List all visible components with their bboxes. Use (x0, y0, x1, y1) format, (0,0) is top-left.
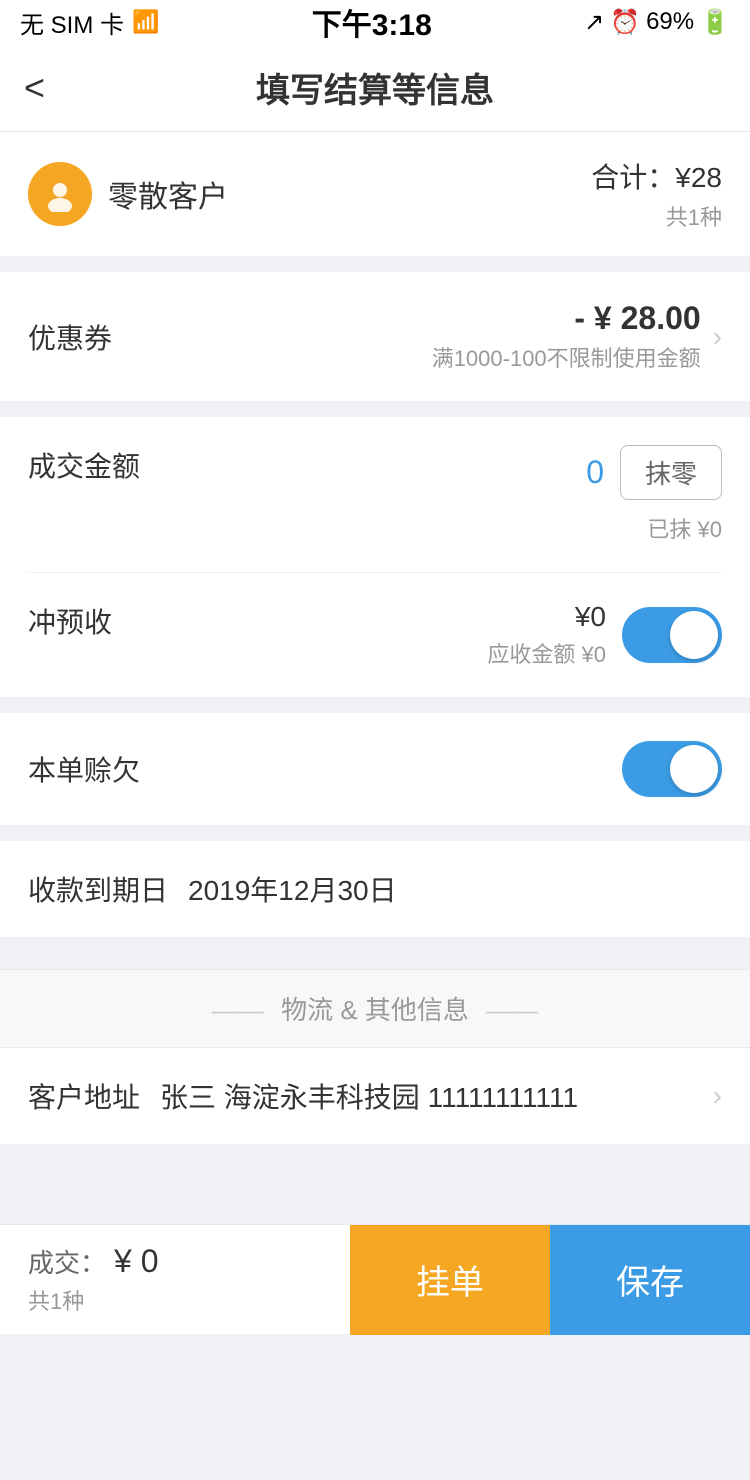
avatar (28, 162, 92, 226)
prepay-values: ¥0 应收金额 ¥0 (487, 601, 606, 669)
prepay-main-value: ¥0 (487, 601, 606, 633)
chevron-right-icon: › (713, 321, 722, 353)
customer-name: 零散客户 (108, 172, 228, 216)
battery-label: 69% (646, 8, 694, 36)
nav-bar: < 填写结算等信息 (0, 44, 750, 132)
back-button[interactable]: < (24, 67, 45, 109)
deal-amount-value[interactable]: 0 (586, 454, 604, 491)
deal-amount-label: 成交金额 (28, 445, 140, 485)
status-right: ↗ ⏰ 69% 🔋 (584, 8, 730, 37)
coupon-row[interactable]: 优惠券 - ¥ 28.00 满1000-100不限制使用金额 › (0, 272, 750, 401)
bottom-deal-row: 成交： ¥ 0 (28, 1243, 322, 1280)
bottom-info: 成交： ¥ 0 共1种 (0, 1243, 350, 1316)
customer-row: 零散客户 合计：¥28 共1种 (0, 132, 750, 256)
deal-amount-right: 0 抹零 已抹 ¥0 (586, 445, 722, 544)
due-date-value: 2019年12月30日 (188, 869, 397, 909)
customer-total: 合计：¥28 (591, 156, 722, 196)
address-row[interactable]: 客户地址 张三 海淀永丰科技园 11111111111 › (0, 1048, 750, 1144)
bottom-count: 共1种 (28, 1284, 322, 1316)
coupon-right: - ¥ 28.00 满1000-100不限制使用金额 › (432, 300, 722, 373)
deal-amount-sub: 已抹 ¥0 (647, 512, 722, 544)
page-title: 填写结算等信息 (256, 63, 494, 112)
customer-right: 合计：¥28 共1种 (591, 156, 722, 232)
debt-section: 本单赊欠 (0, 713, 750, 825)
due-date-row: 收款到期日 2019年12月30日 (0, 841, 750, 937)
hold-order-button[interactable]: 挂单 (350, 1225, 550, 1335)
amount-section: 成交金额 0 抹零 已抹 ¥0 冲预收 ¥0 应收金额 ¥0 (0, 417, 750, 697)
due-date-section: 收款到期日 2019年12月30日 (0, 841, 750, 937)
logistics-section-header: 物流 & 其他信息 (0, 969, 750, 1048)
bottom-deal-amount: ¥ 0 (114, 1243, 158, 1280)
status-left: 无 SIM 卡 📶 (20, 5, 159, 40)
coupon-values: - ¥ 28.00 满1000-100不限制使用金额 (432, 300, 701, 373)
debt-row: 本单赊欠 (0, 713, 750, 825)
address-chevron-icon: › (713, 1080, 722, 1112)
customer-left: 零散客户 (28, 162, 228, 226)
bottom-bar: 成交： ¥ 0 共1种 挂单 保存 (0, 1224, 750, 1334)
debt-label: 本单赊欠 (28, 749, 140, 789)
customer-section: 零散客户 合计：¥28 共1种 (0, 132, 750, 256)
debt-toggle[interactable] (622, 741, 722, 797)
customer-count: 共1种 (591, 200, 722, 232)
alarm-icon: ⏰ (610, 8, 640, 37)
location-icon: ↗ (584, 8, 604, 37)
round-zero-button[interactable]: 抹零 (620, 445, 722, 500)
wifi-icon: 📶 (132, 9, 159, 35)
battery-icon: 🔋 (700, 8, 730, 37)
deal-amount-top: 0 抹零 (586, 445, 722, 500)
prepay-sub-value: 应收金额 ¥0 (487, 637, 606, 669)
save-button[interactable]: 保存 (550, 1225, 750, 1335)
coupon-section: 优惠券 - ¥ 28.00 满1000-100不限制使用金额 › (0, 272, 750, 401)
address-value: 张三 海淀永丰科技园 11111111111 (160, 1076, 713, 1116)
coupon-label: 优惠券 (28, 317, 112, 357)
due-date-label: 收款到期日 (28, 869, 168, 909)
section-gap (0, 953, 750, 969)
coupon-description: 满1000-100不限制使用金额 (432, 341, 701, 373)
logistics-label: 物流 & 其他信息 (281, 995, 469, 1025)
bottom-deal-label: 成交： (28, 1243, 106, 1280)
no-sim-label: 无 SIM 卡 (20, 5, 124, 40)
address-label: 客户地址 (28, 1076, 140, 1116)
status-time: 下午3:18 (312, 0, 432, 44)
prepay-toggle[interactable] (622, 607, 722, 663)
prepay-right: ¥0 应收金额 ¥0 (487, 601, 722, 669)
deal-amount-row: 成交金额 0 抹零 已抹 ¥0 (0, 417, 750, 572)
prepay-label: 冲预收 (28, 601, 112, 641)
prepay-row: 冲预收 ¥0 应收金额 ¥0 (0, 573, 750, 697)
address-section: 客户地址 张三 海淀永丰科技园 11111111111 › (0, 1048, 750, 1144)
coupon-discount: - ¥ 28.00 (432, 300, 701, 337)
status-bar: 无 SIM 卡 📶 下午3:18 ↗ ⏰ 69% 🔋 (0, 0, 750, 44)
